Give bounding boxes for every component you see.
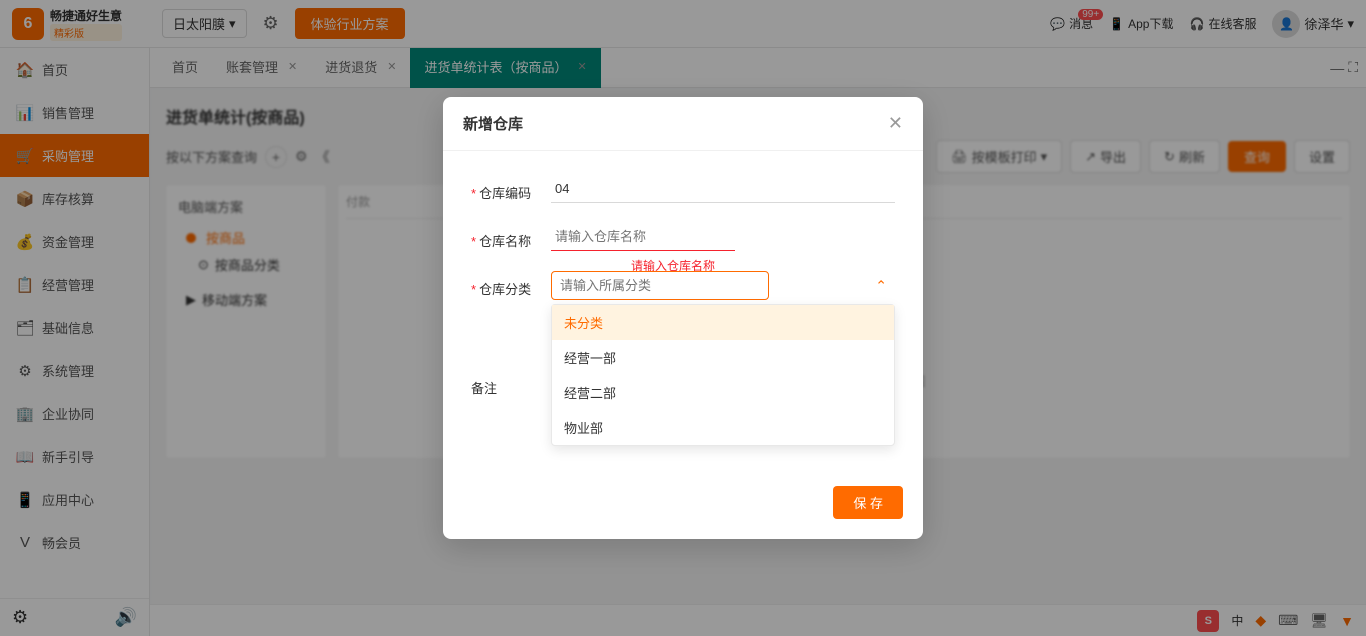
- modal-overlay: 新增仓库 ✕ 仓库编码 仓库名称 请输入仓库名称: [0, 0, 1366, 636]
- new-warehouse-modal: 新增仓库 ✕ 仓库编码 仓库名称 请输入仓库名称: [443, 97, 923, 539]
- modal-close-button[interactable]: ✕: [888, 113, 903, 134]
- code-field-row: 仓库编码: [471, 175, 895, 203]
- classify-selector: ⌃: [551, 271, 895, 300]
- code-label: 仓库编码: [471, 175, 551, 202]
- name-field-row: 仓库名称 请输入仓库名称: [471, 223, 895, 251]
- dropdown-option-2[interactable]: 经营二部: [552, 375, 894, 410]
- modal-footer: 保 存: [443, 474, 923, 539]
- remark-label: 备注: [471, 370, 551, 397]
- name-label: 仓库名称: [471, 223, 551, 250]
- code-input[interactable]: [551, 175, 895, 203]
- classify-field-row: 仓库分类 ⌃ 未分类经营一部经营二部物业部: [471, 271, 895, 300]
- save-button[interactable]: 保 存: [833, 486, 903, 519]
- modal-body: 仓库编码 仓库名称 请输入仓库名称 仓库分类: [443, 151, 923, 474]
- classify-input-wrap: ⌃ 未分类经营一部经营二部物业部: [551, 271, 895, 300]
- code-input-wrap: [551, 175, 895, 203]
- modal-header: 新增仓库 ✕: [443, 97, 923, 151]
- name-input-wrap: 请输入仓库名称: [551, 223, 735, 251]
- classify-input[interactable]: [551, 271, 769, 300]
- dropdown-option-1[interactable]: 经营一部: [552, 340, 894, 375]
- modal-title: 新增仓库: [463, 113, 523, 134]
- classify-arrow-icon: ⌃: [875, 277, 887, 294]
- classify-dropdown: 未分类经营一部经营二部物业部: [551, 304, 895, 446]
- dropdown-option-0[interactable]: 未分类: [552, 305, 894, 340]
- dropdown-option-3[interactable]: 物业部: [552, 410, 894, 445]
- classify-label: 仓库分类: [471, 271, 551, 298]
- name-input[interactable]: [551, 223, 735, 251]
